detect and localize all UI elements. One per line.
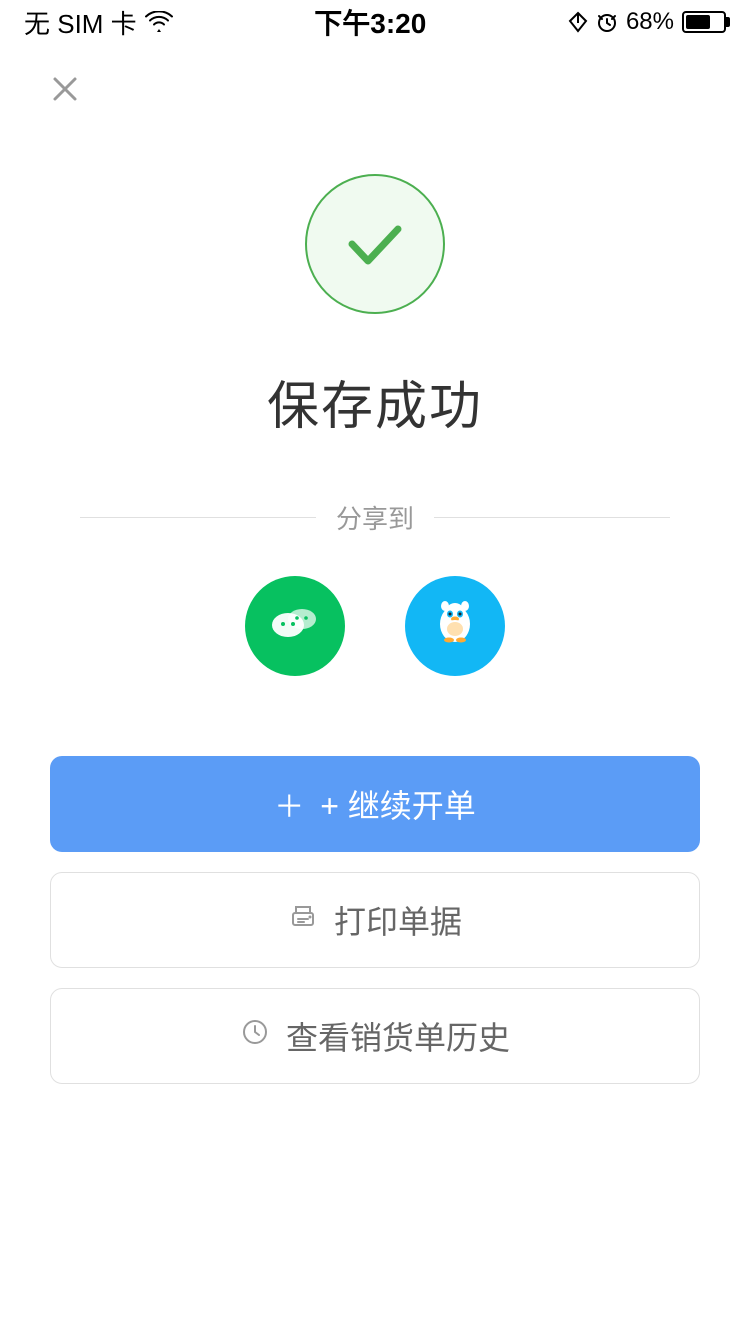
print-button[interactable]: 打印单据 [50, 872, 700, 968]
status-left: 无 SIM 卡 [24, 4, 173, 41]
continue-label: + 继续开单 [320, 781, 476, 827]
main-content: 保存成功 分享到 [0, 94, 750, 1334]
divider-right [434, 517, 670, 518]
plus-icon: ＋ [274, 782, 304, 826]
divider-left [80, 517, 316, 518]
print-label: 打印单据 [334, 897, 462, 943]
sim-status: 无 SIM 卡 [24, 4, 137, 41]
close-button[interactable] [40, 64, 90, 114]
qq-icon [425, 596, 485, 656]
success-indicator [305, 174, 445, 314]
share-label: 分享到 [316, 499, 434, 536]
share-icons [245, 576, 505, 676]
check-icon [340, 209, 410, 279]
wechat-icon [266, 597, 324, 655]
history-icon [240, 1017, 270, 1055]
status-time: 下午3:20 [314, 2, 426, 42]
success-title: 保存成功 [267, 364, 483, 439]
continue-button[interactable]: ＋ + 继续开单 [50, 756, 700, 852]
battery-percent: 68% [626, 8, 674, 36]
status-right: 68% [568, 8, 726, 36]
history-button[interactable]: 查看销货单历史 [50, 988, 700, 1084]
close-icon [49, 73, 81, 105]
action-buttons: ＋ + 继续开单 打印单据 查看销货单 [0, 756, 750, 1084]
location-icon [568, 11, 588, 33]
print-icon [288, 901, 318, 939]
alarm-icon [596, 11, 618, 33]
share-wechat-button[interactable] [245, 576, 345, 676]
battery-icon [682, 11, 726, 33]
status-bar: 无 SIM 卡 下午3:20 68% [0, 0, 750, 44]
history-label: 查看销货单历史 [286, 1013, 510, 1059]
wifi-icon [145, 11, 173, 33]
share-qq-button[interactable] [405, 576, 505, 676]
share-divider: 分享到 [0, 499, 750, 536]
